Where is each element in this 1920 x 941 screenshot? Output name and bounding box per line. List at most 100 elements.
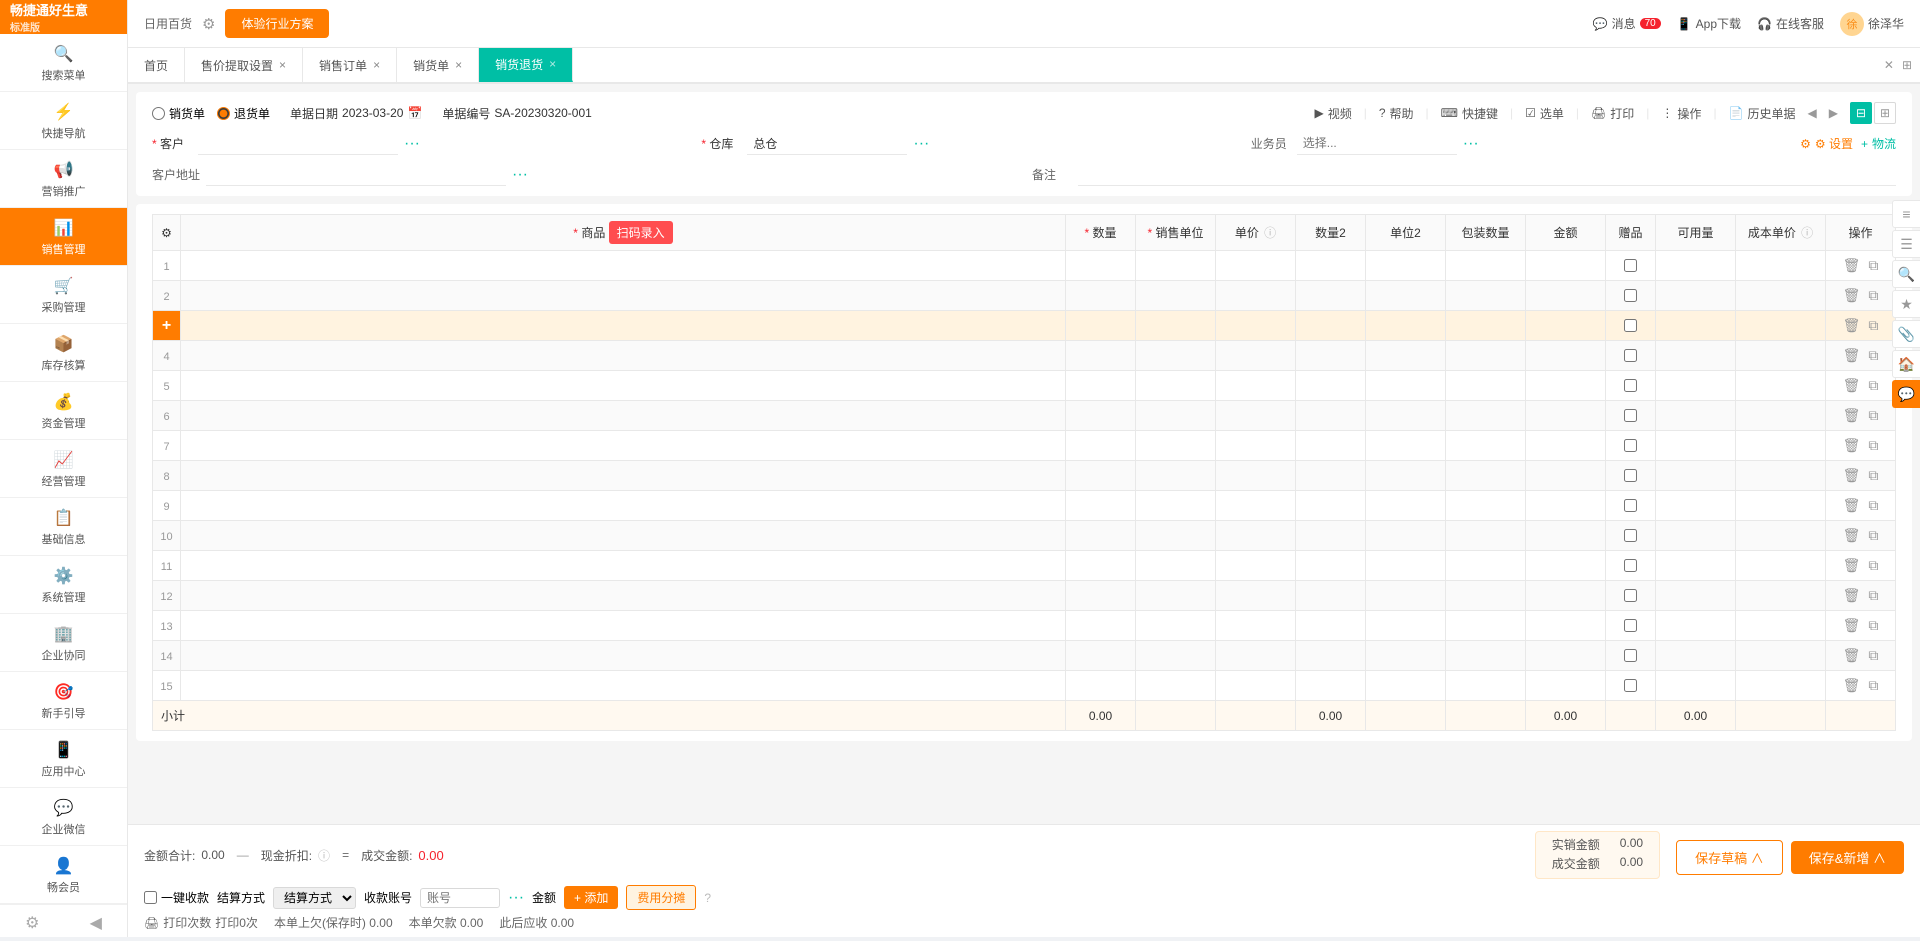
row-2-unit2[interactable] xyxy=(1366,281,1446,311)
row-13-gift-check[interactable] xyxy=(1624,619,1637,632)
row-3-cost[interactable] xyxy=(1736,311,1826,341)
sidebar-item-finance[interactable]: 💰 资金管理 xyxy=(0,382,127,440)
row-3-pkg[interactable] xyxy=(1446,311,1526,341)
view-card-btn[interactable]: ⊞ xyxy=(1874,102,1896,124)
calendar-icon[interactable]: 📅 xyxy=(407,106,422,120)
save-new-btn[interactable]: 保存&新增 ∧ xyxy=(1791,841,1904,874)
row-10-delete-icon[interactable]: 🗑 xyxy=(1843,527,1861,544)
row-11-copy-icon[interactable]: ⧉ xyxy=(1868,557,1878,574)
row-14-delete-icon[interactable]: 🗑 xyxy=(1843,647,1861,664)
warehouse-input[interactable] xyxy=(747,132,907,155)
row-2-delete-icon[interactable]: 🗑 xyxy=(1843,287,1861,304)
topbar-gear-icon[interactable]: ⚙ xyxy=(202,15,215,33)
row-3-qty[interactable] xyxy=(1066,311,1136,341)
row-1-cost[interactable] xyxy=(1736,251,1826,281)
row-15-gift-check[interactable] xyxy=(1624,679,1637,692)
expense-split-btn[interactable]: 费用分摊 xyxy=(626,885,696,910)
row-11-gift-check[interactable] xyxy=(1624,559,1637,572)
address-input[interactable] xyxy=(206,163,506,186)
radio-sale-goods[interactable]: 销货单 xyxy=(152,105,205,122)
message-btn[interactable]: 💬 消息 70 xyxy=(1593,15,1661,32)
app-download-btn[interactable]: 📱 App下载 xyxy=(1677,15,1741,32)
row-2-pkg[interactable] xyxy=(1446,281,1526,311)
add-payment-btn[interactable]: + 添加 xyxy=(564,886,618,909)
sidebar-item-newbie[interactable]: 🎯 新手引导 xyxy=(0,672,127,730)
row-1-amount[interactable] xyxy=(1526,251,1606,281)
staff-dots-btn[interactable]: ··· xyxy=(1463,135,1479,153)
row-1-delete-icon[interactable]: 🗑 xyxy=(1843,257,1861,274)
toolbar-select-btn[interactable]: ☑ 选单 xyxy=(1525,105,1564,122)
ribbon-item-6[interactable]: 🏠 xyxy=(1892,350,1920,378)
row-5-gift-check[interactable] xyxy=(1624,379,1637,392)
row-15-copy-icon[interactable]: ⧉ xyxy=(1868,677,1878,694)
tab-sale-order-close[interactable]: × xyxy=(373,58,380,72)
memo-input[interactable] xyxy=(1078,163,1896,186)
row-2-gift-check[interactable] xyxy=(1624,289,1637,302)
form-settings-btn[interactable]: ⚙ ⚙ 设置 xyxy=(1800,135,1853,152)
toolbar-help-btn[interactable]: ? 帮助 xyxy=(1379,105,1414,122)
tab-sale-price[interactable]: 售价提取设置 × xyxy=(185,48,303,82)
row-3-delete-icon[interactable]: 🗑 xyxy=(1843,317,1861,334)
row-7-gift-check[interactable] xyxy=(1624,439,1637,452)
tab-sale-goods[interactable]: 销货单 × xyxy=(397,48,479,82)
discount-help-icon[interactable]: ⓘ xyxy=(318,847,330,864)
sidebar-item-marketing[interactable]: 📢 营销推广 xyxy=(0,150,127,208)
row-1-unit[interactable] xyxy=(1136,251,1216,281)
settings-icon[interactable]: ⚙ xyxy=(25,913,39,933)
row-1-qty[interactable] xyxy=(1066,251,1136,281)
tab-close-all-icon[interactable]: ✕ xyxy=(1884,58,1894,72)
staff-input[interactable] xyxy=(1297,132,1457,155)
row-1-copy-icon[interactable]: ⧉ xyxy=(1868,257,1878,274)
settle-method-select[interactable]: 结算方式 xyxy=(273,887,356,909)
row-add-plus[interactable]: + xyxy=(153,311,181,341)
radio-sale-goods-input[interactable] xyxy=(152,107,165,120)
row-2-unit[interactable] xyxy=(1136,281,1216,311)
ribbon-item-4[interactable]: ★ xyxy=(1892,290,1920,318)
row-10-copy-icon[interactable]: ⧉ xyxy=(1868,527,1878,544)
toolbar-print-btn[interactable]: 🖨 打印 xyxy=(1591,105,1634,122)
account-dots-btn[interactable]: ··· xyxy=(508,889,524,907)
th-gear[interactable]: ⚙ xyxy=(153,215,181,251)
tab-sale-return[interactable]: 销货退货 × xyxy=(479,48,573,82)
sidebar-item-sales[interactable]: 📊 销售管理 xyxy=(0,208,127,266)
expense-help-icon[interactable]: ? xyxy=(704,891,711,905)
sidebar-item-inventory[interactable]: 📦 库存核算 xyxy=(0,324,127,382)
row-2-price[interactable] xyxy=(1216,281,1296,311)
row-6-gift-check[interactable] xyxy=(1624,409,1637,422)
one-click-pay-checkbox[interactable] xyxy=(144,891,157,904)
form-logistics-btn[interactable]: + 物流 xyxy=(1861,135,1896,152)
user-btn[interactable]: 徐 徐泽华 xyxy=(1840,12,1904,36)
row-10-gift-check[interactable] xyxy=(1624,529,1637,542)
customer-input[interactable] xyxy=(198,132,398,155)
row-1-avail[interactable] xyxy=(1656,251,1736,281)
radio-return-input[interactable] xyxy=(217,107,230,120)
ribbon-item-7[interactable]: 💬 xyxy=(1892,380,1920,408)
customer-dots-btn[interactable]: ··· xyxy=(404,135,420,153)
scan-input-btn[interactable]: 扫码录入 xyxy=(609,221,673,244)
sidebar-item-apps[interactable]: 📱 应用中心 xyxy=(0,730,127,788)
warehouse-dots-btn[interactable]: ··· xyxy=(913,135,929,153)
row-3-gift[interactable] xyxy=(1606,311,1656,341)
collapse-icon[interactable]: ◀ xyxy=(90,913,102,933)
address-dots-btn[interactable]: ··· xyxy=(512,166,528,184)
row-3-copy-icon[interactable]: ⧉ xyxy=(1868,317,1878,334)
row-2-qty2[interactable] xyxy=(1296,281,1366,311)
row-3-gift-check[interactable] xyxy=(1624,319,1637,332)
one-click-pay-check[interactable]: 一键收款 xyxy=(144,889,209,906)
row-1-price[interactable] xyxy=(1216,251,1296,281)
row-4-delete-icon[interactable]: 🗑 xyxy=(1843,347,1861,364)
row-3-qty2[interactable] xyxy=(1296,311,1366,341)
row-13-copy-icon[interactable]: ⧉ xyxy=(1868,617,1878,634)
row-1-unit2[interactable] xyxy=(1366,251,1446,281)
row-3-price[interactable] xyxy=(1216,311,1296,341)
row-8-gift-check[interactable] xyxy=(1624,469,1637,482)
sidebar-item-system[interactable]: ⚙️ 系统管理 xyxy=(0,556,127,614)
row-7-delete-icon[interactable]: 🗑 xyxy=(1843,437,1861,454)
row-6-copy-icon[interactable]: ⧉ xyxy=(1868,407,1878,424)
toolbar-ops-btn[interactable]: ⋮ 操作 xyxy=(1661,105,1701,122)
ribbon-item-3[interactable]: 🔍 xyxy=(1892,260,1920,288)
ribbon-item-1[interactable]: ≡ xyxy=(1892,200,1920,228)
row-12-delete-icon[interactable]: 🗑 xyxy=(1843,587,1861,604)
radio-return[interactable]: 退货单 xyxy=(217,105,270,122)
toolbar-history-btn[interactable]: 📄 历史单据 xyxy=(1729,105,1796,122)
